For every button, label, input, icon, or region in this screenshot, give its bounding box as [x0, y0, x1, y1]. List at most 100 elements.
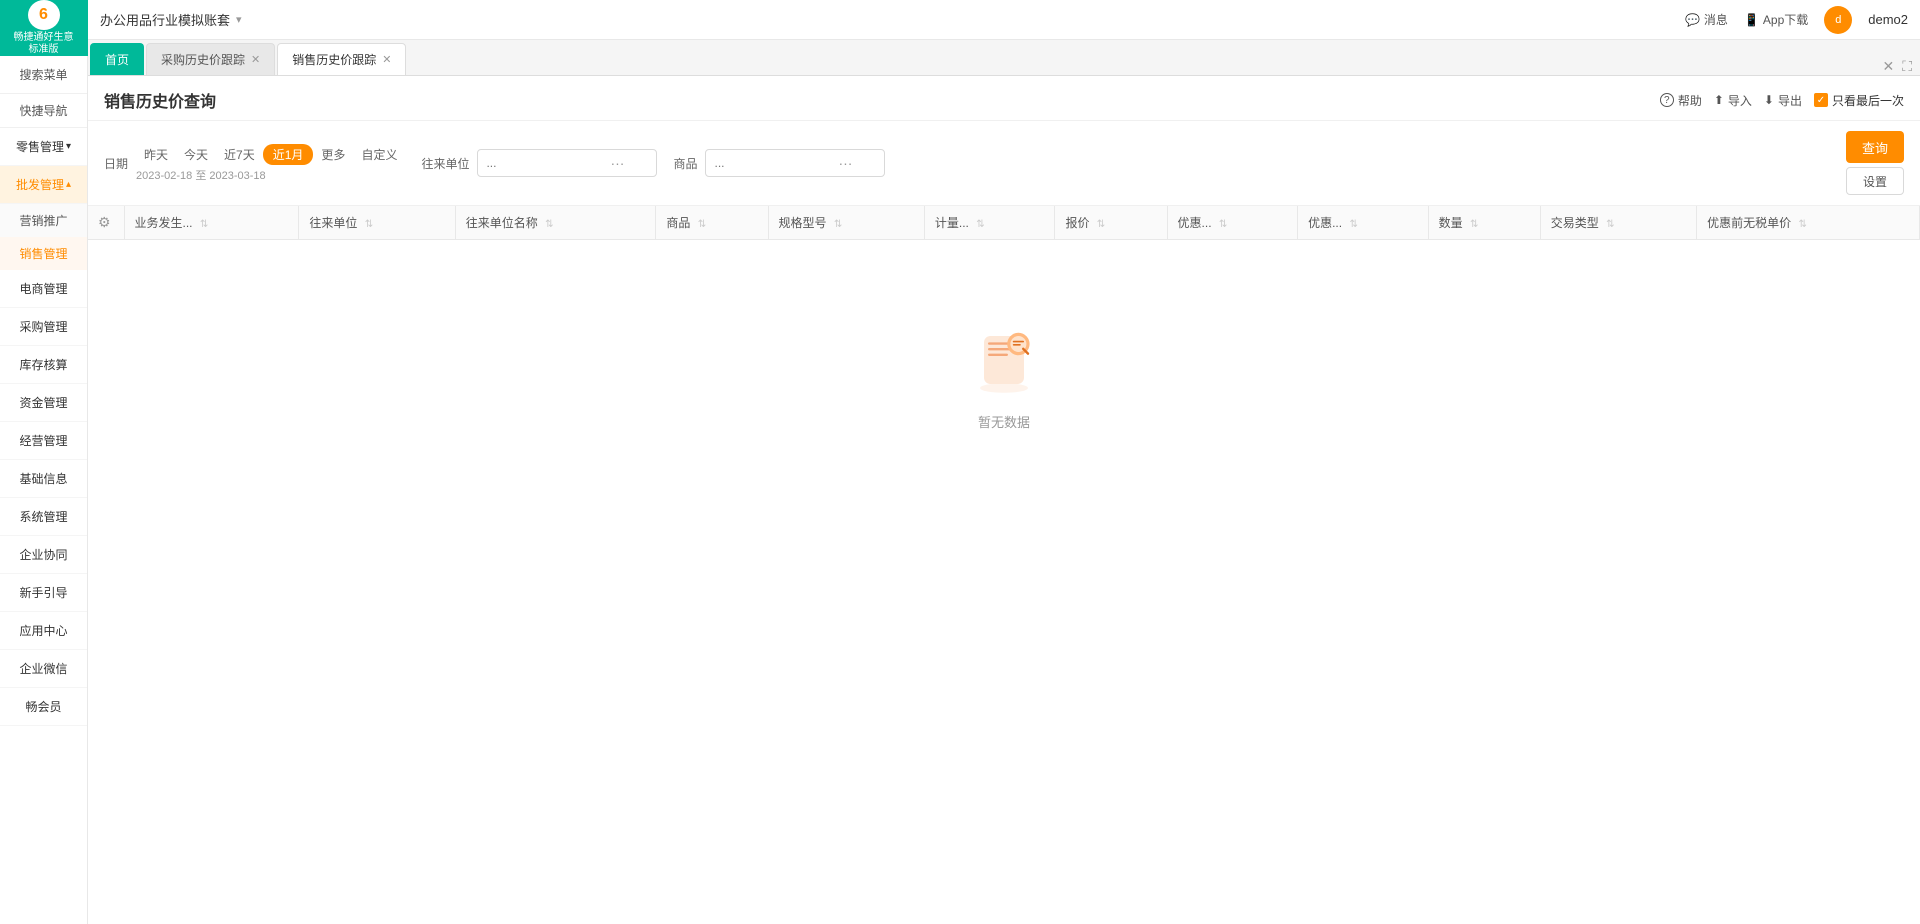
settings-button[interactable]: 设置	[1846, 167, 1904, 195]
sidebar-item-inventory[interactable]: 库存核算	[0, 346, 87, 384]
th-partner-name[interactable]: 往来单位名称 ⇅	[455, 206, 656, 240]
sort-arrow-partner-name: ⇅	[545, 219, 553, 230]
th-quote-label: 报价	[1065, 216, 1089, 230]
enterprise-label: 企业协同	[19, 546, 67, 563]
app-download-label: App下载	[1763, 11, 1808, 28]
th-partner-code[interactable]: 往来单位 ⇅	[299, 206, 455, 240]
topbar-dropdown-icon[interactable]: ▾	[236, 13, 242, 26]
th-goods[interactable]: 商品 ⇅	[656, 206, 768, 240]
date-btn-1month[interactable]: 近1月	[263, 144, 314, 165]
date-btn-more[interactable]: 更多	[313, 144, 353, 165]
topbar-title-area: 办公用品行业模拟账套 ▾	[100, 10, 1685, 29]
page-header: 销售历史价查询 ? 帮助 ⬆ 导入 ⬇ 导出 ✓ 只看最后一次	[88, 76, 1920, 121]
sidebar-item-finance[interactable]: 资金管理	[0, 384, 87, 422]
tab-purchase-close[interactable]: ✕	[251, 53, 260, 66]
sort-arrow-unit: ⇅	[976, 219, 984, 230]
sidebar-item-sales[interactable]: 销售管理	[0, 237, 87, 270]
sidebar-item-marketing[interactable]: 营销推广	[0, 204, 87, 237]
sidebar-item-wholesale[interactable]: 批发管理 ▴	[0, 166, 87, 204]
sidebar-item-purchase[interactable]: 采购管理	[0, 308, 87, 346]
retail-label: 零售管理	[16, 138, 64, 155]
sidebar-item-retail[interactable]: 零售管理 ▾	[0, 128, 87, 166]
quick-nav[interactable]: 快捷导航	[0, 94, 87, 128]
tab-home[interactable]: 首页	[90, 43, 144, 75]
username-label[interactable]: demo2	[1868, 12, 1908, 27]
member-label: 畅会员	[25, 698, 61, 715]
page-header-actions: ? 帮助 ⬆ 导入 ⬇ 导出 ✓ 只看最后一次	[1660, 92, 1904, 109]
message-icon: 💬	[1685, 13, 1700, 27]
table-header-row: ⚙ 业务发生... ⇅ 往来单位 ⇅ 往来单位名称 ⇅	[88, 206, 1920, 240]
th-discount2[interactable]: 优惠... ⇅	[1298, 206, 1429, 240]
th-spec[interactable]: 规格型号 ⇅	[768, 206, 924, 240]
import-action[interactable]: ⬆ 导入	[1714, 92, 1752, 109]
th-quote[interactable]: 报价 ⇅	[1055, 206, 1167, 240]
finance-label: 资金管理	[19, 394, 67, 411]
sidebar-item-wechat[interactable]: 企业微信	[0, 650, 87, 688]
sort-arrow-quantity: ⇅	[1470, 219, 1478, 230]
date-btn-today[interactable]: 今天	[176, 144, 216, 165]
topbar-message[interactable]: 💬 消息	[1685, 11, 1728, 28]
data-table: ⚙ 业务发生... ⇅ 往来单位 ⇅ 往来单位名称 ⇅	[88, 206, 1920, 240]
date-btn-custom[interactable]: 自定义	[353, 144, 405, 165]
sort-arrow-discount1: ⇅	[1219, 219, 1227, 230]
inventory-label: 库存核算	[19, 356, 67, 373]
sidebar-item-operation[interactable]: 经营管理	[0, 422, 87, 460]
date-filter-group: 日期 昨天 今天 近7天 近1月 更多 自定义 2023-02-18 至 202…	[104, 144, 405, 183]
goods-input[interactable]	[714, 156, 834, 170]
topbar: 办公用品行业模拟账套 ▾ 💬 消息 📱 App下载 d demo2	[88, 0, 1920, 40]
last-record-checkbox[interactable]: ✓ 只看最后一次	[1814, 92, 1904, 109]
tab-purchase[interactable]: 采购历史价跟踪 ✕	[146, 43, 275, 75]
sidebar-item-enterprise[interactable]: 企业协同	[0, 536, 87, 574]
th-discount1[interactable]: 优惠... ⇅	[1167, 206, 1298, 240]
th-unit[interactable]: 计量... ⇅	[924, 206, 1055, 240]
th-settings[interactable]: ⚙	[88, 206, 124, 240]
sort-arrow-transaction: ⇅	[1606, 219, 1614, 230]
sidebar-item-ecommerce[interactable]: 电商管理	[0, 270, 87, 308]
th-discount2-label: 优惠...	[1308, 216, 1342, 230]
table-settings-icon[interactable]: ⚙	[98, 214, 111, 230]
sidebar-item-basic[interactable]: 基础信息	[0, 460, 87, 498]
goods-input-wrapper[interactable]: ···	[705, 149, 885, 177]
supplier-input-wrapper[interactable]: ···	[477, 149, 657, 177]
tab-sales-close[interactable]: ✕	[382, 53, 391, 66]
supplier-filter-group: 往来单位 ···	[421, 149, 657, 177]
sidebar-item-member[interactable]: 畅会员	[0, 688, 87, 726]
sidebar-item-app-center[interactable]: 应用中心	[0, 612, 87, 650]
th-transaction[interactable]: 交易类型 ⇅	[1540, 206, 1696, 240]
goods-filter-group: 商品 ···	[673, 149, 885, 177]
date-buttons-row: 昨天 今天 近7天 近1月 更多 自定义	[136, 144, 405, 165]
window-expand-btn[interactable]: ⛶	[1902, 58, 1912, 75]
th-business-date[interactable]: 业务发生... ⇅	[124, 206, 299, 240]
empty-text: 暂无数据	[978, 412, 1030, 431]
quick-nav-label: 快捷导航	[19, 104, 67, 118]
sidebar-item-guide[interactable]: 新手引导	[0, 574, 87, 612]
sidebar-item-system[interactable]: 系统管理	[0, 498, 87, 536]
export-action[interactable]: ⬇ 导出	[1764, 92, 1802, 109]
th-transaction-label: 交易类型	[1551, 216, 1599, 230]
topbar-app-download[interactable]: 📱 App下载	[1744, 11, 1808, 28]
search-menu[interactable]: 搜索菜单	[0, 56, 87, 94]
help-action[interactable]: ? 帮助	[1660, 92, 1702, 109]
sort-arrow-discount2: ⇅	[1349, 219, 1357, 230]
window-close-btn[interactable]: ✕	[1882, 58, 1894, 75]
date-btn-yesterday[interactable]: 昨天	[136, 144, 176, 165]
topbar-company-title: 办公用品行业模拟账套	[100, 10, 230, 29]
marketing-label: 营销推广	[19, 214, 67, 228]
th-pretax[interactable]: 优惠前无税单价 ⇅	[1697, 206, 1920, 240]
query-button[interactable]: 查询	[1846, 131, 1904, 163]
message-label: 消息	[1704, 11, 1728, 28]
user-avatar[interactable]: d	[1824, 6, 1852, 34]
th-quantity[interactable]: 数量 ⇅	[1428, 206, 1540, 240]
topbar-actions: 💬 消息 📱 App下载 d demo2	[1685, 6, 1908, 34]
supplier-input[interactable]	[486, 156, 606, 170]
th-goods-label: 商品	[666, 216, 690, 230]
sort-arrow-quote: ⇅	[1097, 219, 1105, 230]
main-area: 办公用品行业模拟账套 ▾ 💬 消息 📱 App下载 d demo2 首页 采购历…	[88, 0, 1920, 924]
tab-purchase-label: 采购历史价跟踪	[161, 51, 245, 68]
search-label: 搜索菜单	[19, 68, 67, 82]
date-filter-label: 日期	[104, 155, 128, 172]
last-record-label: 只看最后一次	[1832, 92, 1904, 109]
sort-arrow-goods: ⇅	[698, 219, 706, 230]
date-btn-7days[interactable]: 近7天	[216, 144, 263, 165]
tab-sales[interactable]: 销售历史价跟踪 ✕	[277, 43, 406, 75]
